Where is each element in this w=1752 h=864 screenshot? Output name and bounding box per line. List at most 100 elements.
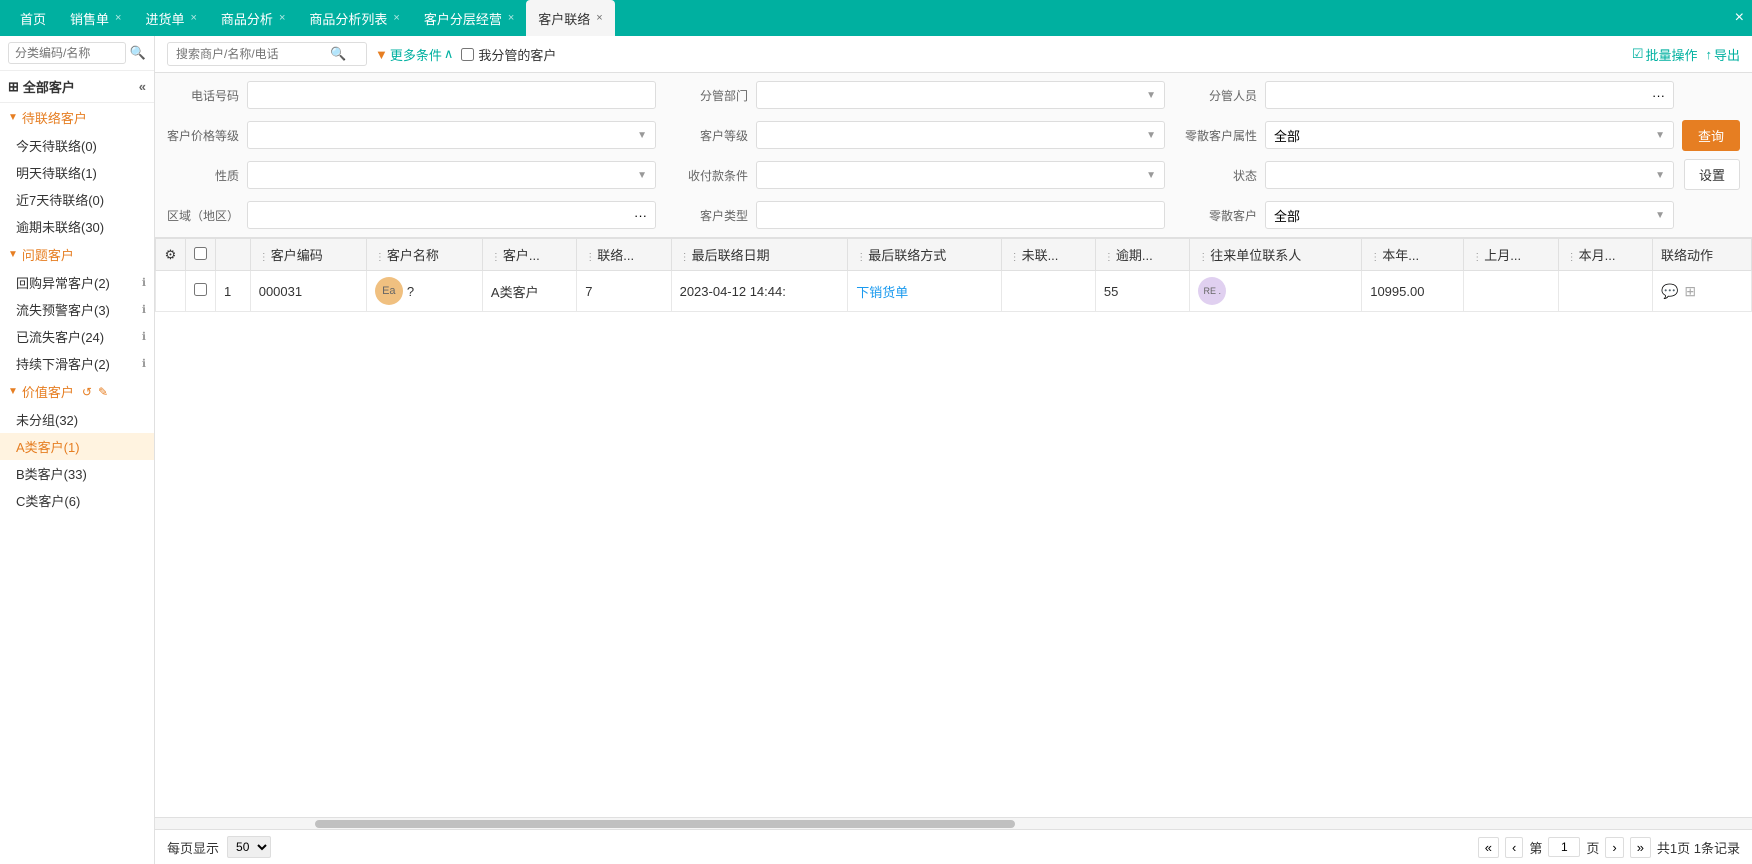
customer-type-field: 客户类型 (676, 201, 1165, 229)
filter-row-4: 区域（地区） ··· 客户类型 零散客户 (167, 201, 1674, 229)
edit-icon[interactable]: ✎ (98, 385, 108, 399)
my-customers-checkbox[interactable] (461, 48, 474, 61)
close-icon[interactable]: × (508, 12, 514, 24)
query-button[interactable]: 查询 (1682, 120, 1740, 151)
batch-operations-button[interactable]: ☑ 批量操作 (1632, 45, 1698, 64)
close-icon[interactable]: × (279, 12, 285, 24)
customer-level-label: 客户等级 (676, 127, 756, 144)
this-month-column-header[interactable]: ⋮本月... (1558, 239, 1652, 271)
nav-customer-tier[interactable]: 客户分层经营 × (412, 0, 526, 36)
close-icon[interactable]: × (393, 12, 399, 24)
section-pending-contact[interactable]: ▼ 待联络客户 (0, 103, 154, 132)
page-info: « ‹ 第 页 › » 共1页 1条记录 (1478, 837, 1740, 858)
refresh-icon[interactable]: ↺ (82, 385, 92, 399)
my-customers-filter: 我分管的客户 (461, 45, 556, 64)
sidebar-search-icon[interactable]: 🔍 (130, 45, 146, 61)
phone-input[interactable] (247, 81, 656, 109)
scrollbar-thumb[interactable] (315, 820, 1015, 828)
window-close-button[interactable]: × (1735, 9, 1744, 27)
code-column-header[interactable]: ⋮客户编码 (250, 239, 366, 271)
last-page-button[interactable]: » (1630, 837, 1651, 858)
nav-analysis[interactable]: 商品分析 × (209, 0, 297, 36)
advanced-filter: 电话号码 分管部门 ▼ 分管人员 (155, 73, 1752, 238)
chevron-down-icon: ▼ (1146, 170, 1156, 181)
customer-type-input[interactable] (756, 201, 1165, 229)
contacts-column-header[interactable]: ⋮往来单位联系人 (1190, 239, 1362, 271)
table-header-row: ⚙ ⋮客户编码 ⋮客户名称 ⋮客户... ⋮联络... ⋮最后联络日期 ⋮最后联… (156, 239, 1752, 271)
check-cell[interactable] (186, 271, 216, 312)
prev-page-button[interactable]: ‹ (1505, 837, 1523, 858)
grid-action-icon[interactable]: ⊞ (1684, 283, 1696, 300)
next-page-button[interactable]: › (1605, 837, 1623, 858)
sidebar-item-ungrouped[interactable]: 未分组(32) (0, 406, 154, 433)
sidebar-item-class-c[interactable]: C类客户(6) (0, 487, 154, 514)
search-icon[interactable]: 🔍 (330, 46, 346, 62)
contact-count-column-header[interactable]: ⋮联络... (577, 239, 671, 271)
last-month-column-header[interactable]: ⋮上月... (1464, 239, 1558, 271)
customer-type-label: 客户类型 (676, 207, 756, 224)
sidebar-item-tomorrow[interactable]: 明天待联络(1) (0, 159, 154, 186)
sidebar-item-today[interactable]: 今天待联络(0) (0, 132, 154, 159)
horizontal-scrollbar[interactable] (155, 817, 1752, 829)
this-year-column-header[interactable]: ⋮本年... (1362, 239, 1464, 271)
more-filters-button[interactable]: ▼ 更多条件 ∧ (375, 45, 453, 64)
this-month-cell (1558, 271, 1652, 312)
sidebar-item-overdue[interactable]: 逾期未联络(30) (0, 213, 154, 240)
first-page-button[interactable]: « (1478, 837, 1499, 858)
info-icon: ℹ (142, 330, 146, 343)
section-value-customers[interactable]: ▼ 价值客户 ↺ ✎ (0, 377, 154, 406)
last-contact-method-column-header[interactable]: ⋮最后联络方式 (848, 239, 1001, 271)
close-icon[interactable]: × (190, 12, 196, 24)
type-column-header[interactable]: ⋮客户... (482, 239, 576, 271)
customer-level-select[interactable]: ▼ (756, 121, 1165, 149)
nav-purchase[interactable]: 进货单 × (133, 0, 208, 36)
page-number-input[interactable] (1548, 837, 1580, 857)
contact-method-link[interactable]: 下销货单 (856, 285, 908, 300)
sidebar-all-customers[interactable]: ⊞ 全部客户 « (0, 71, 154, 103)
nav-sales[interactable]: 销售单 × (58, 0, 133, 36)
filter-search-input[interactable] (176, 47, 326, 61)
nav-home[interactable]: 首页 (8, 0, 58, 36)
retail-customer-select[interactable]: 全部 ▼ (1265, 201, 1674, 229)
chevron-down-icon: ▼ (637, 130, 647, 141)
export-button[interactable]: ↑ 导出 (1705, 45, 1740, 64)
sidebar-item-abnormal[interactable]: 回购异常客户(2) ℹ (0, 269, 154, 296)
select-all-checkbox[interactable] (194, 247, 207, 260)
setting-button[interactable]: 设置 (1684, 159, 1740, 190)
name-column-header[interactable]: ⋮客户名称 (366, 239, 482, 271)
sidebar-item-churn-warning[interactable]: 流失预警客户(3) ℹ (0, 296, 154, 323)
status-select[interactable]: ▼ (1265, 161, 1674, 189)
retail-attr-select[interactable]: 全部 ▼ (1265, 121, 1674, 149)
sidebar-item-churned[interactable]: 已流失客户(24) ℹ (0, 323, 154, 350)
close-icon[interactable]: × (596, 12, 602, 24)
payment-select[interactable]: ▼ (756, 161, 1165, 189)
sidebar-collapse-button[interactable]: « (139, 79, 146, 94)
sidebar-search-input[interactable] (8, 42, 126, 64)
last-contact-method-cell[interactable]: 下销货单 (848, 271, 1001, 312)
gear-column-header[interactable]: ⚙ (156, 239, 186, 271)
row-checkbox[interactable] (194, 283, 207, 296)
section-problem-customers[interactable]: ▼ 问题客户 (0, 240, 154, 269)
sidebar-item-class-a[interactable]: A类客户(1) (0, 433, 154, 460)
region-select[interactable]: ··· (247, 201, 656, 229)
main-layout: 🔍 ⊞ 全部客户 « ▼ 待联络客户 今天待联络(0) 明天待联络(1) 近7天… (0, 36, 1752, 864)
sidebar-item-7days[interactable]: 近7天待联络(0) (0, 186, 154, 213)
sidebar-item-class-b[interactable]: B类客户(33) (0, 460, 154, 487)
dept-select[interactable]: ▼ (756, 81, 1165, 109)
close-icon[interactable]: × (115, 12, 121, 24)
price-level-select[interactable]: ▼ (247, 121, 656, 149)
section-label: 价值客户 (22, 382, 74, 401)
action-icons: 💬 ⊞ (1661, 283, 1743, 300)
last-contact-date-column-header[interactable]: ⋮最后联络日期 (671, 239, 848, 271)
not-contacted-column-header[interactable]: ⋮未联... (1001, 239, 1095, 271)
section-label: 待联络客户 (22, 108, 87, 127)
manager-select[interactable]: ··· (1265, 81, 1674, 109)
nav-analysis-list[interactable]: 商品分析列表 × (297, 0, 411, 36)
sidebar-item-declining[interactable]: 持续下滑客户(2) ℹ (0, 350, 154, 377)
nature-select[interactable]: ▼ (247, 161, 656, 189)
nav-customer-contact[interactable]: 客户联络 × (526, 0, 614, 36)
per-page-select[interactable]: 50 (227, 836, 271, 858)
message-icon[interactable]: 💬 (1661, 283, 1678, 300)
overdue-column-header[interactable]: ⋮逾期... (1095, 239, 1189, 271)
check-column-header[interactable] (186, 239, 216, 271)
